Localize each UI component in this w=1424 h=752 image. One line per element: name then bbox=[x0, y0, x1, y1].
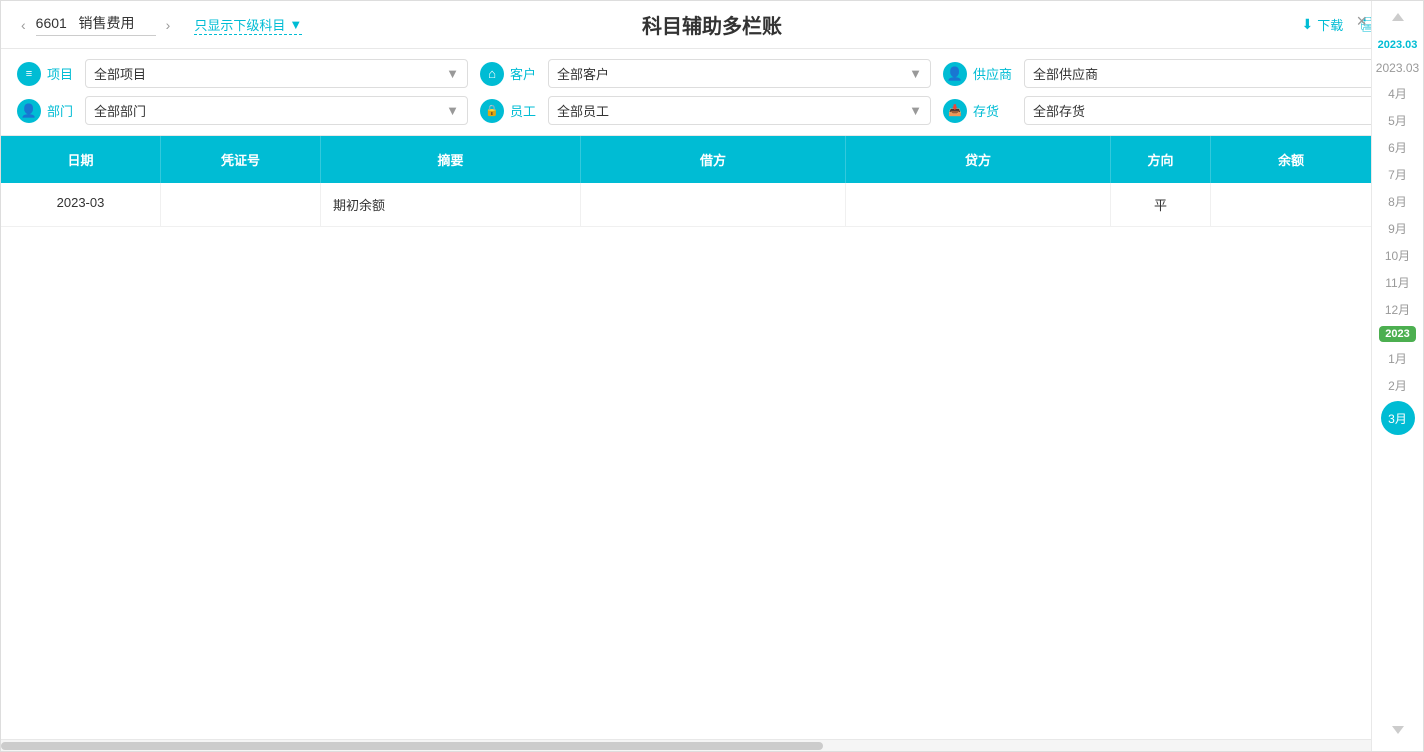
main-content: 日期 凭证号 摘要 借方 贷方 方向 余额 2023-03 期初余额 平 bbox=[1, 136, 1423, 726]
col-direction: 方向 bbox=[1111, 136, 1211, 183]
side-panel-period-item[interactable]: 1月 bbox=[1372, 345, 1423, 372]
account-code: 6601 bbox=[36, 15, 67, 31]
download-label: 下载 bbox=[1317, 15, 1343, 34]
project-icon: ≡ bbox=[17, 62, 41, 86]
nav-next-button[interactable]: › bbox=[162, 15, 175, 35]
cell-voucher bbox=[161, 183, 321, 226]
customer-select[interactable]: 全部客户 ▼ bbox=[548, 59, 931, 88]
side-panel-period-item[interactable]: 4月 bbox=[1372, 80, 1423, 107]
horizontal-scrollbar[interactable] bbox=[1, 739, 1371, 751]
department-select-arrow-icon: ▼ bbox=[446, 103, 459, 118]
col-voucher: 凭证号 bbox=[161, 136, 321, 183]
cell-credit bbox=[846, 183, 1111, 226]
department-label-text: 部门 bbox=[47, 101, 73, 120]
nav-prev-button[interactable]: ‹ bbox=[17, 15, 30, 35]
close-button[interactable]: × bbox=[1356, 11, 1367, 32]
project-value: 全部项目 bbox=[94, 64, 146, 83]
side-panel-down-arrow[interactable] bbox=[1386, 718, 1410, 747]
customer-icon: ⌂ bbox=[480, 62, 504, 86]
scrollbar-thumb[interactable] bbox=[1, 742, 823, 750]
department-value: 全部部门 bbox=[94, 101, 146, 120]
project-select[interactable]: 全部项目 ▼ bbox=[85, 59, 468, 88]
col-balance: 余额 bbox=[1211, 136, 1371, 183]
col-summary: 摘要 bbox=[321, 136, 581, 183]
side-panel-period-item[interactable]: 12月 bbox=[1372, 296, 1423, 323]
show-sub-arrow-icon: ▼ bbox=[289, 17, 302, 32]
side-panel-period-item[interactable]: 2月 bbox=[1372, 372, 1423, 399]
employee-select-arrow-icon: ▼ bbox=[909, 103, 922, 118]
inventory-filter-label: 📥 存货 bbox=[943, 99, 1012, 123]
customer-value: 全部客户 bbox=[557, 64, 609, 83]
side-panel-period-item[interactable]: 3月 bbox=[1381, 401, 1415, 435]
department-filter-label: 👤 部门 bbox=[17, 99, 73, 123]
employee-label-text: 员工 bbox=[510, 101, 536, 120]
cell-summary: 期初余额 bbox=[321, 183, 581, 226]
inventory-label-text: 存货 bbox=[973, 101, 999, 120]
employee-filter-label: 🔒 员工 bbox=[480, 99, 536, 123]
filter-section: ≡ 项目 全部项目 ▼ ⌂ 客户 全部客户 ▼ 👤 供应商 全部供应商 ▼ 👤 … bbox=[1, 49, 1423, 136]
table-header: 日期 凭证号 摘要 借方 贷方 方向 余额 bbox=[1, 136, 1371, 183]
supplier-label-text: 供应商 bbox=[973, 64, 1012, 83]
account-name: 销售费用 bbox=[79, 15, 135, 31]
department-icon: 👤 bbox=[17, 99, 41, 123]
show-sub-label: 只显示下级科目 bbox=[194, 15, 285, 34]
project-select-arrow-icon: ▼ bbox=[446, 66, 459, 81]
col-debit: 借方 bbox=[581, 136, 846, 183]
project-label-text: 项目 bbox=[47, 64, 73, 83]
col-date: 日期 bbox=[1, 136, 161, 183]
title-bar: ‹ 6601 销售费用 › 只显示下级科目 ▼ 科目辅助多栏账 ⬇ 下载 🖨 打… bbox=[1, 1, 1423, 49]
supplier-icon: 👤 bbox=[943, 62, 967, 86]
download-icon: ⬇ bbox=[1301, 16, 1313, 33]
col-credit: 贷方 bbox=[846, 136, 1111, 183]
inventory-value: 全部存货 bbox=[1033, 101, 1085, 120]
department-select[interactable]: 全部部门 ▼ bbox=[85, 96, 468, 125]
page-title: 科目辅助多栏账 bbox=[642, 10, 782, 39]
customer-label-text: 客户 bbox=[510, 64, 536, 83]
table-row[interactable]: 2023-03 期初余额 平 bbox=[1, 183, 1371, 227]
side-panel-up-arrow[interactable] bbox=[1386, 5, 1410, 34]
cell-debit bbox=[581, 183, 846, 226]
side-panel-period-item[interactable]: 11月 bbox=[1372, 269, 1423, 296]
side-panel-period-item[interactable]: 10月 bbox=[1372, 242, 1423, 269]
nav-section: ‹ 6601 销售费用 › bbox=[17, 13, 174, 36]
cell-date: 2023-03 bbox=[1, 183, 161, 226]
customer-filter-label: ⌂ 客户 bbox=[480, 62, 536, 86]
cell-direction: 平 bbox=[1111, 183, 1211, 226]
side-panel-period-item[interactable]: 7月 bbox=[1372, 161, 1423, 188]
table-body: 2023-03 期初余额 平 bbox=[1, 183, 1371, 227]
side-panel-period-item[interactable]: 9月 bbox=[1372, 215, 1423, 242]
employee-icon: 🔒 bbox=[480, 99, 504, 123]
side-panel-period-item[interactable]: 2023.03 bbox=[1372, 56, 1423, 80]
cell-balance bbox=[1211, 183, 1371, 226]
supplier-value: 全部供应商 bbox=[1033, 64, 1098, 83]
inventory-select[interactable]: 全部存货 ▼ bbox=[1024, 96, 1407, 125]
side-panel-period-item[interactable]: 5月 bbox=[1372, 107, 1423, 134]
show-sub-toggle[interactable]: 只显示下级科目 ▼ bbox=[194, 15, 302, 35]
supplier-select[interactable]: 全部供应商 ▼ bbox=[1024, 59, 1407, 88]
side-panel-period-item[interactable]: 6月 bbox=[1372, 134, 1423, 161]
side-panel-period-item[interactable]: 2023.03 bbox=[1372, 34, 1423, 56]
side-panel-period-item[interactable]: 2023 bbox=[1379, 326, 1415, 342]
inventory-icon: 📥 bbox=[943, 99, 967, 123]
project-filter-label: ≡ 项目 bbox=[17, 62, 73, 86]
supplier-filter-label: 👤 供应商 bbox=[943, 62, 1012, 86]
account-label: 6601 销售费用 bbox=[36, 13, 156, 36]
employee-value: 全部员工 bbox=[557, 101, 609, 120]
customer-select-arrow-icon: ▼ bbox=[909, 66, 922, 81]
side-panel: 2023.032023.034月5月6月7月8月9月10月11月12月20231… bbox=[1371, 1, 1423, 751]
side-panel-period-item[interactable]: 8月 bbox=[1372, 188, 1423, 215]
download-button[interactable]: ⬇ 下载 bbox=[1301, 15, 1343, 34]
employee-select[interactable]: 全部员工 ▼ bbox=[548, 96, 931, 125]
